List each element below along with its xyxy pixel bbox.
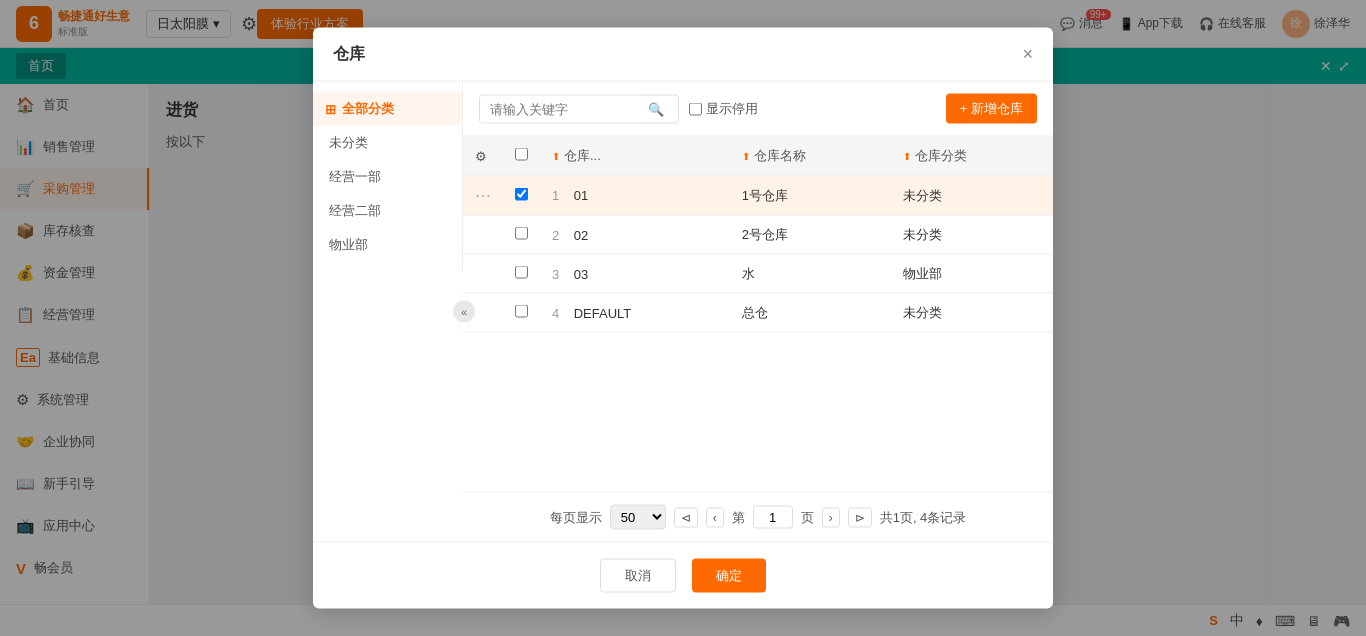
page-label: 第: [732, 508, 745, 526]
modal-title: 仓库: [333, 44, 365, 65]
modal-footer: 取消 确定: [313, 542, 1053, 609]
row-checkbox[interactable]: [515, 187, 528, 200]
modal-body: ⊞ 全部分类 未分类 经营一部 经营二部 物业部 « 🔍: [313, 82, 1053, 542]
table-header-row: ⚙ ⬆ 仓库... ⬆ 仓库名称: [463, 137, 1053, 176]
search-input[interactable]: [480, 95, 640, 122]
show-disabled-checkbox[interactable]: [689, 102, 702, 115]
row-name-cell: 1号仓库: [730, 175, 892, 215]
row-checkbox[interactable]: [515, 227, 528, 240]
table-row[interactable]: ⋯ 1 01 1号仓库 未分类: [463, 175, 1053, 215]
search-icon[interactable]: 🔍: [640, 95, 672, 122]
modal-category-ops2[interactable]: 经营二部: [313, 194, 462, 228]
page-unit: 页: [801, 508, 814, 526]
th-code: ⬆ 仓库...: [540, 137, 730, 176]
th-category: ⬆ 仓库分类: [891, 137, 1053, 176]
modal-all-category[interactable]: ⊞ 全部分类: [313, 92, 462, 126]
select-all-checkbox[interactable]: [515, 148, 528, 161]
confirm-button[interactable]: 确定: [692, 559, 766, 593]
row-checkbox-cell: [503, 293, 540, 332]
row-name-cell: 水: [730, 254, 892, 293]
modal-toolbar: 🔍 显示停用 + 新增仓库: [463, 82, 1053, 137]
row-name-cell: 2号仓库: [730, 215, 892, 254]
row-checkbox-cell: [503, 254, 540, 293]
modal-main: 🔍 显示停用 + 新增仓库 ⚙: [463, 82, 1053, 542]
modal-sidebar: ⊞ 全部分类 未分类 经营一部 经营二部 物业部: [313, 82, 463, 272]
sidebar-collapse-button[interactable]: «: [453, 301, 475, 323]
modal-category-property[interactable]: 物业部: [313, 228, 462, 262]
th-name: ⬆ 仓库名称: [730, 137, 892, 176]
page-size-select[interactable]: 50 10 20 100: [610, 505, 666, 530]
prev-page-button[interactable]: ‹: [706, 507, 724, 527]
row-gear-cell: ⋯: [463, 175, 503, 215]
th-gear: ⚙: [463, 137, 503, 176]
sort-icon3: ⬆: [903, 150, 911, 161]
total-info: 共1页, 4条记录: [880, 508, 967, 526]
th-checkbox: [503, 137, 540, 176]
row-checkbox-cell: [503, 175, 540, 215]
page-size-label: 每页显示: [550, 508, 602, 526]
page-number-input[interactable]: [753, 506, 793, 529]
search-input-wrap: 🔍: [479, 94, 679, 123]
row-num-cell: 2 02: [540, 215, 730, 254]
row-gear-cell: [463, 254, 503, 293]
pagination: 每页显示 50 10 20 100 ⊲ ‹ 第 页 › ⊳ 共1页, 4条记录: [463, 492, 1053, 542]
modal-header: 仓库 ×: [313, 28, 1053, 82]
sort-icon: ⬆: [552, 150, 560, 161]
modal-sidebar-wrapper: ⊞ 全部分类 未分类 经营一部 经营二部 物业部 «: [313, 82, 463, 542]
cancel-button[interactable]: 取消: [600, 559, 676, 593]
row-num-cell: 1 01: [540, 175, 730, 215]
modal-close-button[interactable]: ×: [1022, 44, 1033, 65]
grid-icon: ⊞: [325, 101, 336, 116]
next-page-button[interactable]: ›: [822, 507, 840, 527]
row-category-cell: 未分类: [891, 175, 1053, 215]
table-gear-icon: ⚙: [475, 148, 487, 163]
row-category-cell: 未分类: [891, 293, 1053, 332]
first-page-button[interactable]: ⊲: [674, 507, 698, 527]
row-category-cell: 未分类: [891, 215, 1053, 254]
modal-category-ops1[interactable]: 经营一部: [313, 160, 462, 194]
row-category-cell: 物业部: [891, 254, 1053, 293]
warehouse-modal: 仓库 × ⊞ 全部分类 未分类 经营一部 经营二部 物业部 «: [313, 28, 1053, 609]
table-row[interactable]: 3 03 水 物业部: [463, 254, 1053, 293]
row-action-icon[interactable]: ⋯: [475, 187, 491, 204]
last-page-button[interactable]: ⊳: [848, 507, 872, 527]
row-num-cell: 3 03: [540, 254, 730, 293]
sort-icon2: ⬆: [742, 150, 750, 161]
table-row[interactable]: 2 02 2号仓库 未分类: [463, 215, 1053, 254]
show-disabled-checkbox-label[interactable]: 显示停用: [689, 100, 758, 118]
modal-category-unclassified[interactable]: 未分类: [313, 126, 462, 160]
table-row[interactable]: 4 DEFAULT 总仓 未分类: [463, 293, 1053, 332]
row-checkbox[interactable]: [515, 305, 528, 318]
row-checkbox[interactable]: [515, 266, 528, 279]
row-name-cell: 总仓: [730, 293, 892, 332]
row-checkbox-cell: [503, 215, 540, 254]
warehouse-table: ⚙ ⬆ 仓库... ⬆ 仓库名称: [463, 137, 1053, 333]
add-warehouse-button[interactable]: + 新增仓库: [946, 94, 1037, 124]
row-gear-cell: [463, 215, 503, 254]
row-num-cell: 4 DEFAULT: [540, 293, 730, 332]
modal-table: ⚙ ⬆ 仓库... ⬆ 仓库名称: [463, 137, 1053, 492]
